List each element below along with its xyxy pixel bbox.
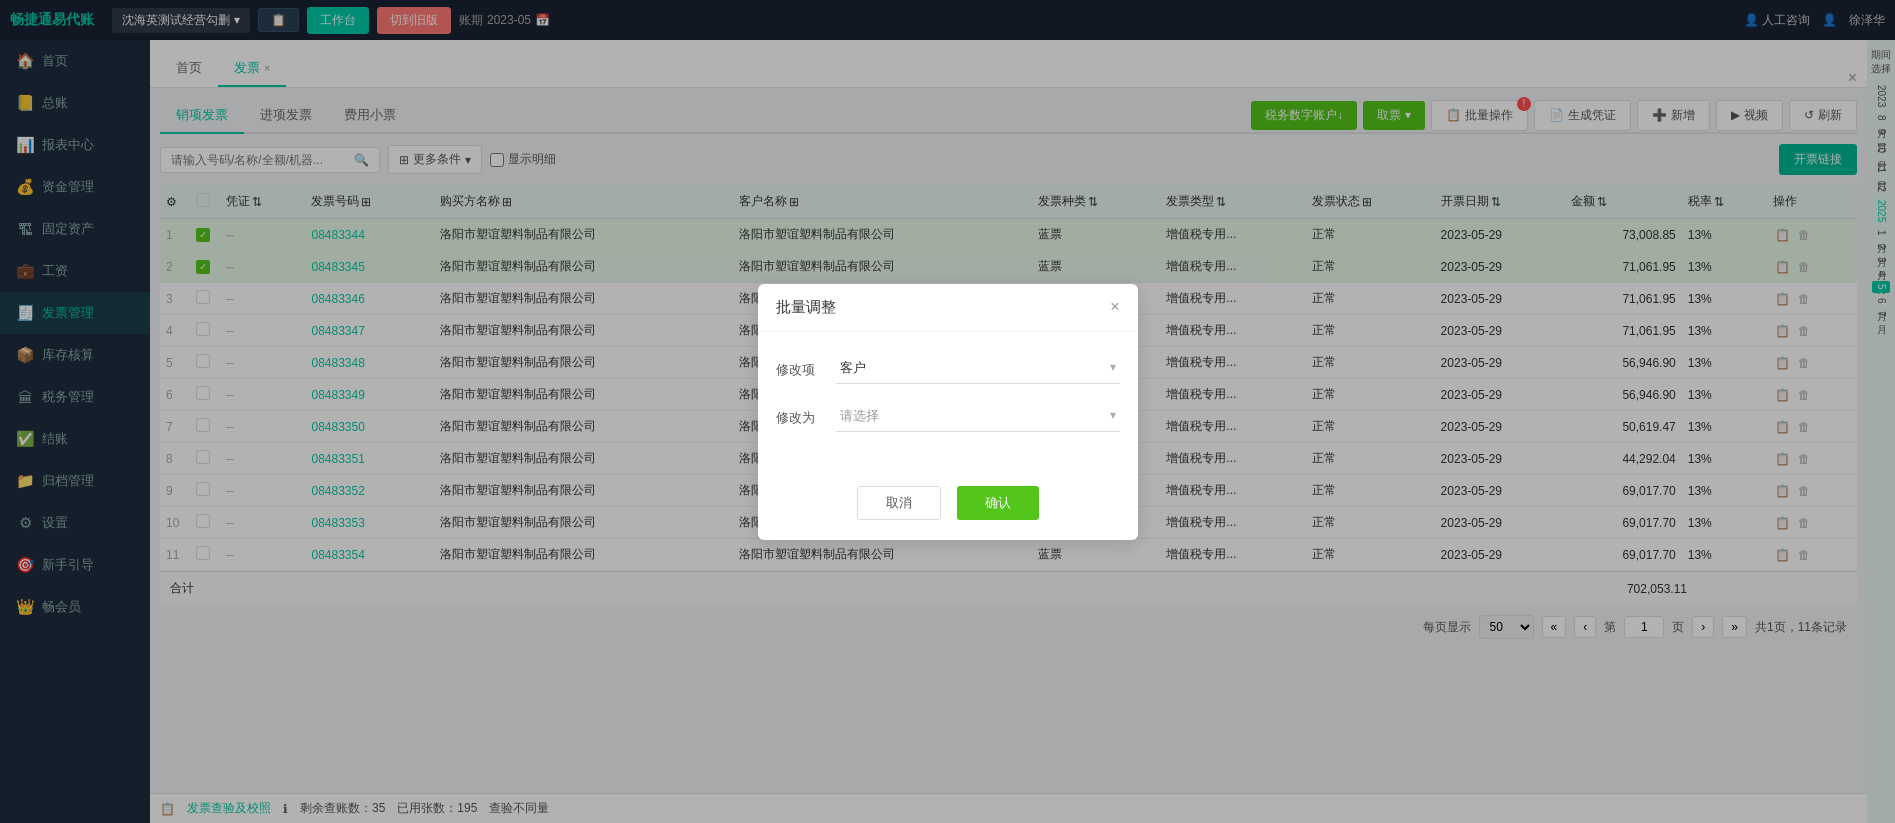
modify-label: 修改为 xyxy=(776,409,836,427)
confirm-btn[interactable]: 确认 xyxy=(957,486,1039,520)
form-row-field: 修改项 客户 购买方 日期 ▾ xyxy=(776,356,1120,384)
modal-close-btn[interactable]: × xyxy=(1110,298,1119,316)
modify-select-wrapper[interactable]: 请选择 ▾ xyxy=(836,404,1120,432)
modal-header: 批量调整 × xyxy=(758,284,1138,332)
field-label: 修改项 xyxy=(776,361,836,379)
field-select-wrapper[interactable]: 客户 购买方 日期 ▾ xyxy=(836,356,1120,384)
modal-overlay[interactable]: 批量调整 × 修改项 客户 购买方 日期 ▾ 修改为 请选 xyxy=(0,0,1895,823)
modify-select[interactable]: 请选择 xyxy=(836,404,1120,427)
cancel-btn[interactable]: 取消 xyxy=(857,486,941,520)
form-row-modify: 修改为 请选择 ▾ xyxy=(776,404,1120,432)
modal-title: 批量调整 xyxy=(776,298,836,317)
batch-adjust-modal: 批量调整 × 修改项 客户 购买方 日期 ▾ 修改为 请选 xyxy=(758,284,1138,540)
modal-footer: 取消 确认 xyxy=(758,476,1138,540)
field-select[interactable]: 客户 购买方 日期 xyxy=(836,356,1120,379)
modal-body: 修改项 客户 购买方 日期 ▾ 修改为 请选择 ▾ xyxy=(758,332,1138,476)
